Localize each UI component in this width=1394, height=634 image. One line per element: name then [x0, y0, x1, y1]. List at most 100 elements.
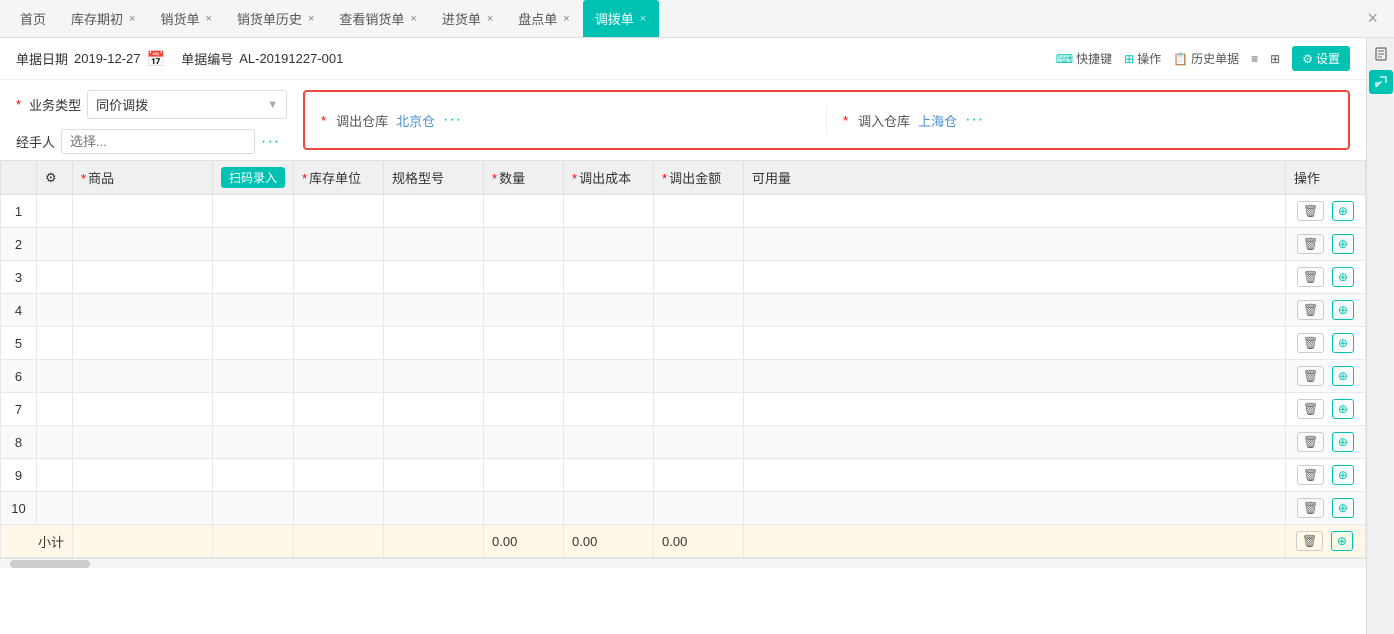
row-unit-9[interactable]: [294, 459, 384, 492]
horizontal-scrollbar[interactable]: [0, 558, 1366, 568]
tab-close-sales-order[interactable]: ×: [205, 13, 211, 25]
row-cost-2[interactable]: [564, 228, 654, 261]
sidebar-export-icon[interactable]: [1369, 70, 1393, 94]
row-qty-8[interactable]: [484, 426, 564, 459]
row-copy-btn-1[interactable]: ⊕: [1332, 201, 1354, 221]
row-qty-7[interactable]: [484, 393, 564, 426]
row-amount-3[interactable]: [654, 261, 744, 294]
grid-view-button[interactable]: ⊞: [1270, 52, 1280, 66]
tab-stock-take[interactable]: 盘点单 ×: [506, 0, 582, 37]
handler-input[interactable]: [61, 129, 255, 154]
row-product-9[interactable]: [73, 459, 213, 492]
row-amount-8[interactable]: [654, 426, 744, 459]
row-spec-1[interactable]: [384, 195, 484, 228]
row-cost-5[interactable]: [564, 327, 654, 360]
tab-sales-history[interactable]: 销货单历史 ×: [225, 0, 327, 37]
row-delete-btn-2[interactable]: 🗑: [1297, 234, 1324, 254]
row-copy-btn-5[interactable]: ⊕: [1332, 333, 1354, 353]
row-delete-btn-7[interactable]: 🗑: [1297, 399, 1324, 419]
warehouse-out-more-button[interactable]: ···: [443, 111, 462, 129]
row-copy-btn-4[interactable]: ⊕: [1332, 300, 1354, 320]
row-qty-5[interactable]: [484, 327, 564, 360]
row-delete-btn-1[interactable]: 🗑: [1297, 201, 1324, 221]
row-product-1[interactable]: [73, 195, 213, 228]
row-spec-10[interactable]: [384, 492, 484, 525]
row-product-3[interactable]: [73, 261, 213, 294]
row-unit-5[interactable]: [294, 327, 384, 360]
row-copy-btn-7[interactable]: ⊕: [1332, 399, 1354, 419]
row-amount-6[interactable]: [654, 360, 744, 393]
row-cost-4[interactable]: [564, 294, 654, 327]
row-product-2[interactable]: [73, 228, 213, 261]
row-amount-7[interactable]: [654, 393, 744, 426]
subtotal-copy-btn[interactable]: ⊕: [1331, 531, 1353, 551]
tab-purchase-order[interactable]: 进货单 ×: [430, 0, 506, 37]
row-qty-1[interactable]: [484, 195, 564, 228]
shortcut-button[interactable]: ⌨ 快捷键: [1056, 50, 1112, 67]
row-spec-4[interactable]: [384, 294, 484, 327]
row-delete-btn-6[interactable]: 🗑: [1297, 366, 1324, 386]
row-delete-btn-9[interactable]: 🗑: [1297, 465, 1324, 485]
calendar-icon[interactable]: 📅: [147, 50, 166, 68]
row-copy-btn-8[interactable]: ⊕: [1332, 432, 1354, 452]
row-amount-2[interactable]: [654, 228, 744, 261]
row-qty-2[interactable]: [484, 228, 564, 261]
row-product-10[interactable]: [73, 492, 213, 525]
tab-close-purchase-order[interactable]: ×: [487, 13, 493, 25]
row-spec-5[interactable]: [384, 327, 484, 360]
row-spec-9[interactable]: [384, 459, 484, 492]
row-cost-7[interactable]: [564, 393, 654, 426]
biz-type-select[interactable]: 同价调拨 ▼: [87, 90, 287, 119]
row-unit-1[interactable]: [294, 195, 384, 228]
row-qty-4[interactable]: [484, 294, 564, 327]
row-delete-btn-5[interactable]: 🗑: [1297, 333, 1324, 353]
row-unit-4[interactable]: [294, 294, 384, 327]
row-cost-3[interactable]: [564, 261, 654, 294]
row-spec-6[interactable]: [384, 360, 484, 393]
row-spec-7[interactable]: [384, 393, 484, 426]
row-product-4[interactable]: [73, 294, 213, 327]
row-unit-10[interactable]: [294, 492, 384, 525]
tab-inventory-init[interactable]: 库存期初 ×: [59, 0, 148, 37]
row-delete-btn-10[interactable]: 🗑: [1297, 498, 1324, 518]
row-product-8[interactable]: [73, 426, 213, 459]
row-amount-4[interactable]: [654, 294, 744, 327]
scrollbar-thumb[interactable]: [10, 560, 90, 568]
row-product-7[interactable]: [73, 393, 213, 426]
row-qty-9[interactable]: [484, 459, 564, 492]
subtotal-delete-btn[interactable]: 🗑: [1296, 531, 1323, 551]
row-cost-6[interactable]: [564, 360, 654, 393]
row-delete-btn-8[interactable]: 🗑: [1297, 432, 1324, 452]
row-copy-btn-9[interactable]: ⊕: [1332, 465, 1354, 485]
tab-view-sales[interactable]: 查看销货单 ×: [327, 0, 429, 37]
row-spec-2[interactable]: [384, 228, 484, 261]
tab-close-view-sales[interactable]: ×: [410, 13, 416, 25]
row-amount-1[interactable]: [654, 195, 744, 228]
row-copy-btn-3[interactable]: ⊕: [1332, 267, 1354, 287]
row-cost-9[interactable]: [564, 459, 654, 492]
row-spec-3[interactable]: [384, 261, 484, 294]
row-copy-btn-2[interactable]: ⊕: [1332, 234, 1354, 254]
warehouse-in-more-button[interactable]: ···: [965, 111, 984, 129]
row-delete-btn-3[interactable]: 🗑: [1297, 267, 1324, 287]
row-product-6[interactable]: [73, 360, 213, 393]
row-copy-btn-10[interactable]: ⊕: [1332, 498, 1354, 518]
history-button[interactable]: 📋 历史单据: [1173, 50, 1239, 67]
tab-close-stock-take[interactable]: ×: [563, 13, 569, 25]
list-view-button[interactable]: ≡: [1251, 52, 1258, 66]
row-unit-8[interactable]: [294, 426, 384, 459]
th-settings[interactable]: ⚙: [37, 161, 73, 195]
tab-close-sales-history[interactable]: ×: [308, 13, 314, 25]
row-spec-8[interactable]: [384, 426, 484, 459]
row-product-5[interactable]: [73, 327, 213, 360]
row-cost-10[interactable]: [564, 492, 654, 525]
tab-transfer-order[interactable]: 调拨单 ×: [583, 0, 659, 37]
row-cost-1[interactable]: [564, 195, 654, 228]
row-amount-10[interactable]: [654, 492, 744, 525]
scan-button[interactable]: 扫码录入: [221, 167, 285, 188]
tab-sales-order[interactable]: 销货单 ×: [148, 0, 224, 37]
row-qty-10[interactable]: [484, 492, 564, 525]
row-unit-3[interactable]: [294, 261, 384, 294]
setting-button[interactable]: ⚙ 设置: [1292, 46, 1350, 71]
tab-close-inventory-init[interactable]: ×: [129, 13, 135, 25]
